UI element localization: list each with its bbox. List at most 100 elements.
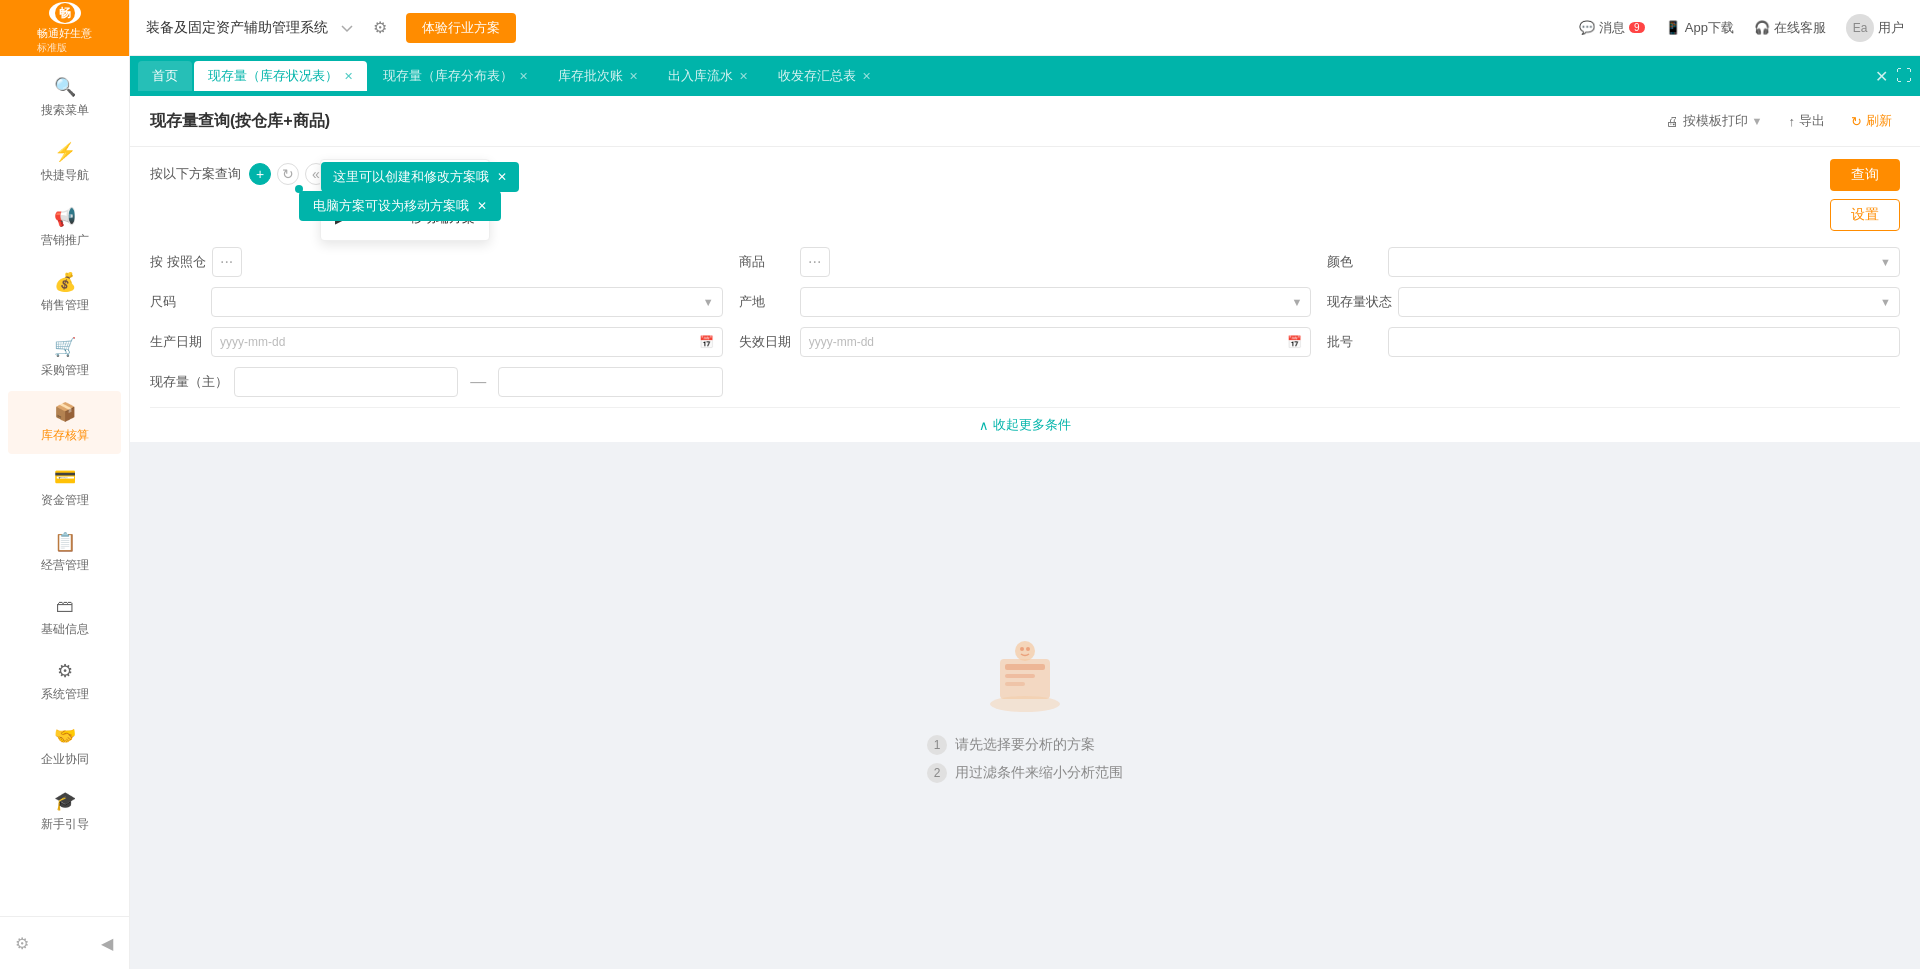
sidebar-item-operations[interactable]: 📋 经营管理 bbox=[8, 521, 121, 584]
origin-select[interactable]: ▼ bbox=[800, 287, 1312, 317]
stock-main-to-input[interactable] bbox=[498, 367, 722, 397]
production-date-input[interactable]: yyyy-mm-dd 📅 bbox=[211, 327, 723, 357]
close-tab-receive-summary[interactable]: ✕ bbox=[862, 70, 871, 83]
dropdown-arrow-icon[interactable] bbox=[340, 21, 354, 35]
empty-illustration bbox=[980, 629, 1070, 719]
warehouse-label: 按 按照仓 bbox=[150, 253, 206, 271]
user-item[interactable]: Ea 用户 bbox=[1846, 14, 1904, 42]
flash-icon: ⚡ bbox=[54, 141, 76, 163]
sidebar-item-enterprise[interactable]: 🤝 企业协同 bbox=[8, 715, 121, 778]
print-icon: 🖨 bbox=[1666, 114, 1679, 129]
box-icon: 📦 bbox=[54, 401, 76, 423]
size-chevron-icon: ▼ bbox=[703, 296, 714, 308]
print-template-button[interactable]: 🖨 按模板打印 ▼ bbox=[1658, 108, 1771, 134]
refresh-button[interactable]: ↻ 刷新 bbox=[1843, 108, 1900, 134]
batch-no-label: 批号 bbox=[1327, 333, 1382, 351]
notification-icon: 💬 bbox=[1579, 20, 1595, 35]
sidebar-item-quick-nav[interactable]: ⚡ 快捷导航 bbox=[8, 131, 121, 194]
collapse-filter-row[interactable]: ∧ 收起更多条件 bbox=[150, 407, 1900, 442]
close-tab-inventory-status[interactable]: ✕ bbox=[344, 70, 353, 83]
page-actions: 🖨 按模板打印 ▼ ↑ 导出 ↻ 刷新 bbox=[1658, 108, 1900, 134]
stock-status-select[interactable]: ▼ bbox=[1398, 287, 1900, 317]
export-button[interactable]: ↑ 导出 bbox=[1781, 108, 1834, 134]
svg-text:畅: 畅 bbox=[59, 6, 71, 20]
main-area: 装备及固定资产辅助管理系统 ⚙ 体验行业方案 💬 消息 9 📱 App下载 🎧 … bbox=[130, 0, 1920, 969]
sidebar-item-finance[interactable]: 💳 资金管理 bbox=[8, 456, 121, 519]
origin-chevron-icon: ▼ bbox=[1291, 296, 1302, 308]
query-button[interactable]: 查询 bbox=[1830, 159, 1900, 191]
online-support-item[interactable]: 🎧 在线客服 bbox=[1754, 19, 1826, 37]
sidebar-item-purchase[interactable]: 🛒 采购管理 bbox=[8, 326, 121, 389]
tabbar: 首页 现存量（库存状况表） ✕ 现存量（库存分布表） ✕ 库存批次账 ✕ 出入库… bbox=[130, 56, 1920, 96]
close-tab-inout-flow[interactable]: ✕ bbox=[739, 70, 748, 83]
add-scheme-button[interactable]: + bbox=[249, 163, 271, 185]
refresh-scheme-button[interactable]: ↻ bbox=[277, 163, 299, 185]
search-icon: 🔍 bbox=[54, 76, 76, 98]
logo-icon: 畅 bbox=[49, 2, 81, 24]
svg-point-7 bbox=[1015, 641, 1035, 661]
expiry-date-input[interactable]: yyyy-mm-dd 📅 bbox=[800, 327, 1312, 357]
hint-number-1: 1 bbox=[927, 735, 947, 755]
product-label: 商品 bbox=[739, 253, 794, 271]
print-dropdown-icon: ▼ bbox=[1752, 115, 1763, 127]
stock-main-label: 现存量（主） bbox=[150, 373, 228, 391]
sidebar-item-basic-info[interactable]: 🗃 基础信息 bbox=[8, 586, 121, 648]
tab-inout-flow[interactable]: 出入库流水 ✕ bbox=[654, 61, 762, 91]
topbar-right: 💬 消息 9 📱 App下载 🎧 在线客服 Ea 用户 bbox=[1579, 14, 1904, 42]
color-select[interactable]: ▼ bbox=[1388, 247, 1900, 277]
query-button-group: 查询 设置 bbox=[1830, 159, 1900, 231]
close-tab-batch-ledger[interactable]: ✕ bbox=[629, 70, 638, 83]
sidebar-logo: 畅 畅通好生意标准版 bbox=[0, 0, 129, 56]
stock-status-field: 现存量状态 ▼ bbox=[1327, 287, 1900, 317]
svg-rect-5 bbox=[1005, 674, 1035, 678]
warehouse-dots-btn[interactable]: ··· bbox=[212, 247, 242, 277]
industry-plan-button[interactable]: 体验行业方案 bbox=[406, 13, 516, 43]
refresh-icon: ↻ bbox=[1851, 114, 1862, 129]
batch-no-field: 批号 bbox=[1327, 327, 1900, 357]
production-date-field: 生产日期 yyyy-mm-dd 📅 bbox=[150, 327, 723, 357]
sidebar-item-search[interactable]: 🔍 搜索菜单 bbox=[8, 66, 121, 129]
size-label: 尺码 bbox=[150, 293, 205, 311]
system-name: 装备及固定资产辅助管理系统 bbox=[146, 19, 328, 37]
empty-hint-2: 2 用过滤条件来缩小分析范围 bbox=[927, 763, 1123, 783]
sidebar-nav: 🔍 搜索菜单 ⚡ 快捷导航 📢 营销推广 💰 销售管理 🛒 采购管理 📦 库存核… bbox=[0, 56, 129, 916]
close-modify-tooltip[interactable]: ✕ bbox=[497, 170, 507, 184]
expand-tabs-icon[interactable]: ⛶ bbox=[1896, 67, 1912, 85]
add-scheme-tooltip: 电脑方案可设为移动方案哦 ✕ bbox=[299, 191, 501, 221]
sidebar-item-sales[interactable]: 💰 销售管理 bbox=[8, 261, 121, 324]
tab-receive-summary[interactable]: 收发存汇总表 ✕ bbox=[764, 61, 885, 91]
database-icon: 🗃 bbox=[56, 596, 74, 617]
collapse-sidebar-icon[interactable]: ◀ bbox=[93, 929, 121, 957]
stock-main-from-input[interactable] bbox=[234, 367, 458, 397]
tab-home[interactable]: 首页 bbox=[138, 61, 192, 91]
production-date-label: 生产日期 bbox=[150, 333, 205, 351]
production-calendar-icon: 📅 bbox=[699, 335, 714, 349]
reset-button[interactable]: 设置 bbox=[1830, 199, 1900, 231]
size-select[interactable]: ▼ bbox=[211, 287, 723, 317]
close-all-tabs-icon[interactable]: ✕ bbox=[1875, 67, 1888, 86]
expiry-date-field: 失效日期 yyyy-mm-dd 📅 bbox=[739, 327, 1312, 357]
sidebar-item-marketing[interactable]: 📢 营销推广 bbox=[8, 196, 121, 259]
sidebar-item-inventory[interactable]: 📦 库存核算 bbox=[8, 391, 121, 454]
sidebar-item-system[interactable]: ⚙ 系统管理 bbox=[8, 650, 121, 713]
batch-no-input[interactable] bbox=[1388, 327, 1900, 357]
settings-bottom-icon[interactable]: ⚙ bbox=[8, 929, 36, 957]
close-tab-inventory-dist[interactable]: ✕ bbox=[519, 70, 528, 83]
export-icon: ↑ bbox=[1789, 114, 1796, 129]
notification-item[interactable]: 💬 消息 9 bbox=[1579, 19, 1645, 37]
avatar: Ea bbox=[1846, 14, 1874, 42]
topbar: 装备及固定资产辅助管理系统 ⚙ 体验行业方案 💬 消息 9 📱 App下载 🎧 … bbox=[130, 0, 1920, 56]
tab-inventory-dist[interactable]: 现存量（库存分布表） ✕ bbox=[369, 61, 542, 91]
tab-inventory-status[interactable]: 现存量（库存状况表） ✕ bbox=[194, 61, 367, 91]
megaphone-icon: 📢 bbox=[54, 206, 76, 228]
product-dots-btn[interactable]: ··· bbox=[800, 247, 830, 277]
money-icon: 💰 bbox=[54, 271, 76, 293]
sidebar-item-guide[interactable]: 🎓 新手引导 bbox=[8, 780, 121, 843]
settings-icon[interactable]: ⚙ bbox=[366, 14, 394, 42]
svg-rect-4 bbox=[1005, 664, 1045, 670]
svg-rect-6 bbox=[1005, 682, 1025, 686]
tab-batch-ledger[interactable]: 库存批次账 ✕ bbox=[544, 61, 652, 91]
app-download-item[interactable]: 📱 App下载 bbox=[1665, 19, 1734, 37]
color-field: 颜色 ▼ bbox=[1327, 247, 1900, 277]
close-add-tooltip[interactable]: ✕ bbox=[477, 199, 487, 213]
